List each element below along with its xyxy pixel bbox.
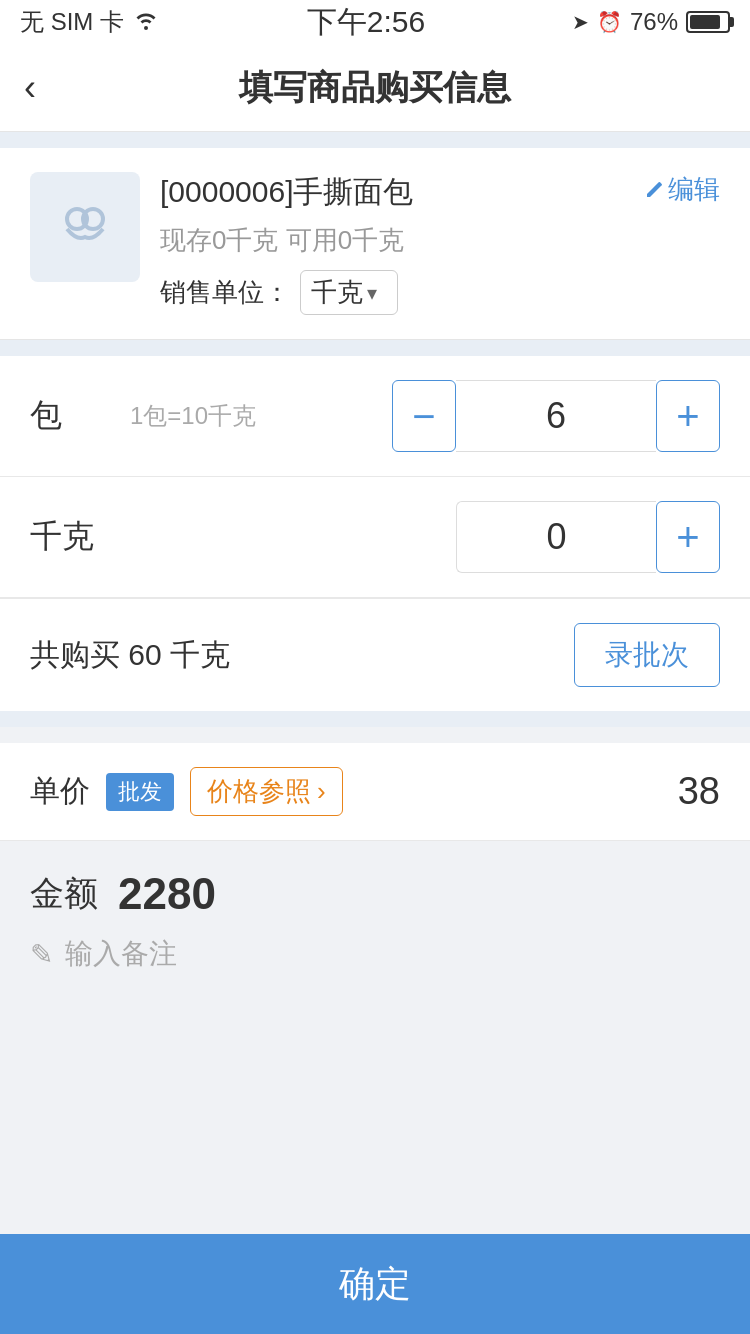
page-title: 填写商品购买信息 — [239, 65, 511, 111]
pack-plus-button[interactable]: + — [656, 380, 720, 452]
amount-row: 金额 2280 — [30, 869, 720, 919]
price-value: 38 — [678, 770, 720, 813]
price-ref-arrow-icon: › — [317, 776, 326, 807]
status-time: 下午2:56 — [307, 2, 425, 43]
alarm-icon: ⏰ — [597, 10, 622, 34]
pack-row: 包 1包=10千克 − + — [0, 356, 750, 477]
product-image — [30, 172, 140, 282]
back-button[interactable]: ‹ — [24, 67, 36, 109]
price-tag: 批发 — [106, 773, 174, 811]
top-divider — [0, 132, 750, 148]
battery-percent: 76% — [630, 8, 678, 36]
amount-label: 金额 — [30, 871, 98, 917]
location-icon: ➤ — [572, 10, 589, 34]
note-row[interactable]: ✎ 输入备注 — [30, 935, 720, 973]
status-bar: 无 SIM 卡 下午2:56 ➤ ⏰ 76% — [0, 0, 750, 44]
record-batch-button[interactable]: 录批次 — [574, 623, 720, 687]
dropdown-arrow-icon: ▾ — [367, 281, 377, 305]
pack-hint: 1包=10千克 — [130, 400, 256, 432]
kg-stepper: + — [456, 501, 720, 573]
unit-value: 千克 — [311, 275, 363, 310]
confirm-bar[interactable]: 确定 — [0, 1234, 750, 1334]
kg-label: 千克 — [30, 515, 110, 559]
product-stock: 现存0千克 可用0千克 — [160, 223, 720, 258]
pack-label: 包 — [30, 394, 110, 438]
product-unit: 销售单位： 千克 ▾ — [160, 270, 720, 315]
pack-input[interactable] — [456, 380, 656, 452]
wifi-icon — [132, 8, 160, 36]
content-spacer — [0, 989, 750, 1269]
edit-label: 编辑 — [668, 172, 720, 207]
price-label: 单价 — [30, 771, 90, 812]
kg-plus-button[interactable]: + — [656, 501, 720, 573]
note-icon: ✎ — [30, 938, 53, 971]
mid-divider1 — [0, 340, 750, 356]
confirm-button-label: 确定 — [339, 1260, 411, 1309]
amount-section: 金额 2280 ✎ 输入备注 — [0, 841, 750, 989]
price-ref-label: 价格参照 — [207, 774, 311, 809]
nav-bar: ‹ 填写商品购买信息 — [0, 44, 750, 132]
kg-input[interactable] — [456, 501, 656, 573]
amount-value: 2280 — [118, 869, 216, 919]
pack-minus-button[interactable]: − — [392, 380, 456, 452]
kg-row: 千克 + — [0, 477, 750, 598]
price-section: 单价 批发 价格参照 › 38 — [0, 743, 750, 841]
product-header: [0000006]手撕面包 编辑 — [160, 172, 720, 213]
battery-icon — [686, 11, 730, 33]
unit-label: 销售单位： — [160, 275, 290, 310]
input-section: 包 1包=10千克 − + 千克 + 共购买 60 千克 录批次 — [0, 356, 750, 711]
pack-stepper: − + — [392, 380, 720, 452]
product-name: [0000006]手撕面包 — [160, 172, 413, 213]
edit-button[interactable]: 编辑 — [644, 172, 720, 207]
status-left: 无 SIM 卡 — [20, 6, 160, 38]
unit-dropdown[interactable]: 千克 ▾ — [300, 270, 398, 315]
product-card: [0000006]手撕面包 编辑 现存0千克 可用0千克 销售单位： 千克 ▾ — [0, 148, 750, 340]
note-placeholder: 输入备注 — [65, 935, 177, 973]
summary-text: 共购买 60 千克 — [30, 635, 230, 676]
price-reference-button[interactable]: 价格参照 › — [190, 767, 343, 816]
product-info: [0000006]手撕面包 编辑 现存0千克 可用0千克 销售单位： 千克 ▾ — [160, 172, 720, 315]
mid-divider2 — [0, 711, 750, 727]
status-right: ➤ ⏰ 76% — [572, 8, 730, 36]
no-sim-text: 无 SIM 卡 — [20, 6, 124, 38]
summary-row: 共购买 60 千克 录批次 — [0, 598, 750, 711]
